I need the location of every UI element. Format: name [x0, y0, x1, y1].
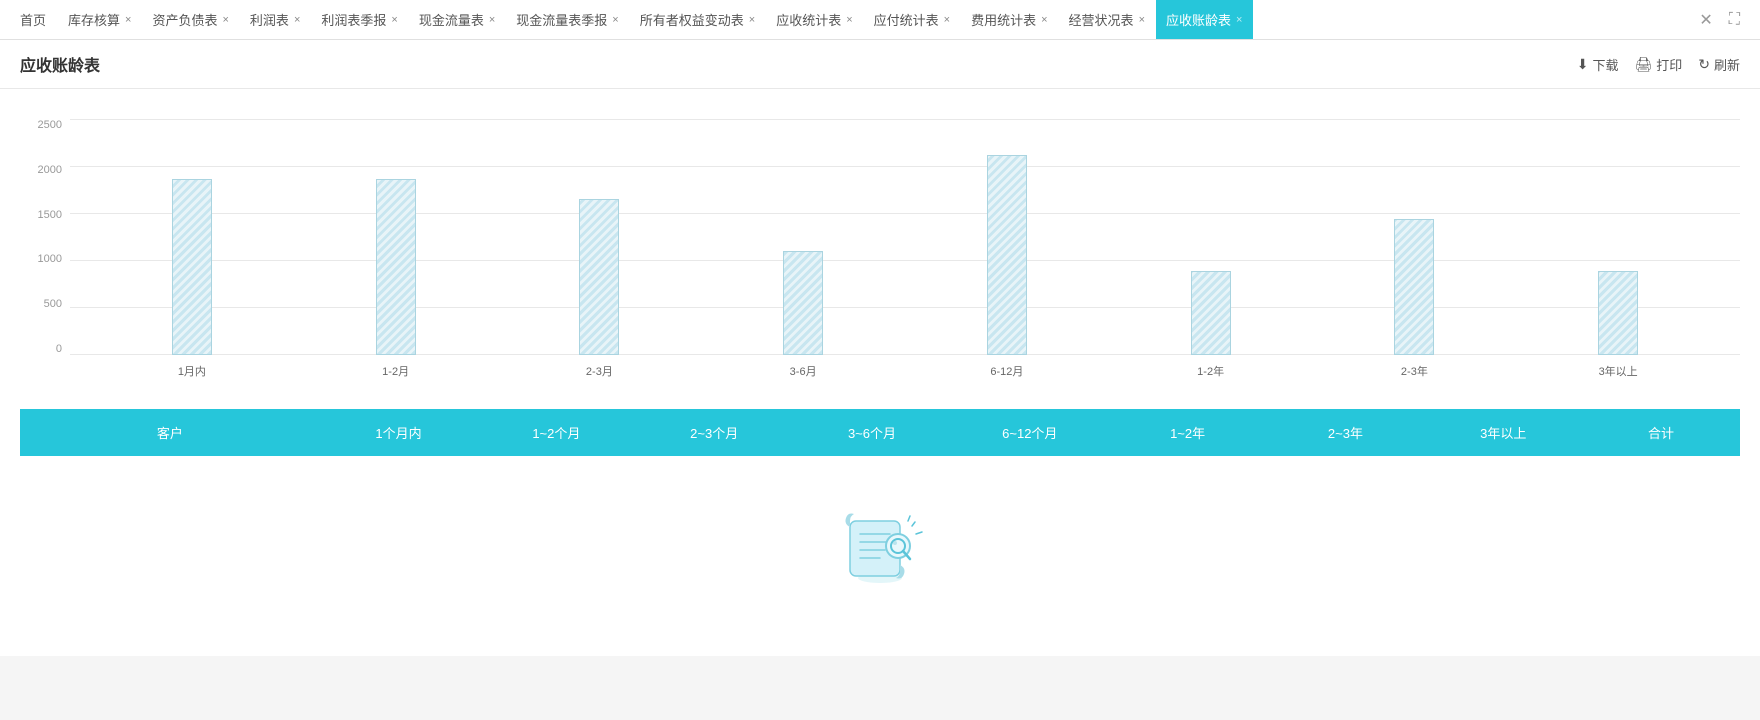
bar-group-1 [376, 179, 416, 355]
th-cell-0: 客户 [20, 409, 320, 456]
download-button[interactable]: ⬇ 下载 [1577, 55, 1619, 74]
x-label-1: 1-2月 [376, 363, 416, 379]
close-button[interactable]: ✕ [1695, 8, 1716, 32]
bar-group-5 [1191, 271, 1231, 355]
header-actions: ⬇ 下载 🖨 打印 ↻ 刷新 [1577, 55, 1740, 74]
th-cell-4: 3~6个月 [793, 409, 951, 456]
tab-bar: 首页 库存核算 × 资产负债表 × 利润表 × 利润表季报 × 现金流量表 × … [0, 0, 1760, 40]
bar-group-3 [783, 251, 823, 355]
x-label-5: 1-2年 [1191, 363, 1231, 379]
tab-close-operation[interactable]: × [1139, 14, 1145, 26]
bar-1 [376, 179, 416, 355]
y-label-2000: 2000 [38, 164, 62, 176]
bar-7 [1598, 271, 1638, 355]
x-label-0: 1月内 [172, 363, 212, 379]
tab-cashflow-quarter[interactable]: 现金流量表季报 × [506, 0, 629, 40]
tab-operation[interactable]: 经营状况表 × [1059, 0, 1156, 40]
bar-group-2 [579, 199, 619, 355]
download-icon: ⬇ [1577, 56, 1589, 73]
main-content: 2500 2000 1500 1000 500 0 [0, 89, 1760, 656]
tab-close-receivable-aging[interactable]: × [1236, 14, 1242, 26]
tab-receivable-stat[interactable]: 应收统计表 × [766, 0, 863, 40]
window-controls: ✕ ⛶ [1695, 8, 1752, 32]
x-label-3: 3-6月 [783, 363, 823, 379]
print-icon: 🖨 [1634, 56, 1652, 73]
th-cell-6: 1~2年 [1109, 409, 1267, 456]
bar-2 [579, 199, 619, 355]
tab-close-cashflow-quarter[interactable]: × [612, 14, 618, 26]
tab-close-inventory[interactable]: × [125, 14, 131, 26]
th-cell-5: 6~12个月 [951, 409, 1109, 456]
bar-0 [172, 179, 212, 355]
th-cell-8: 3年以上 [1424, 409, 1582, 456]
th-cell-7: 2~3年 [1267, 409, 1425, 456]
tab-close-equity[interactable]: × [749, 14, 755, 26]
bar-group-7 [1598, 271, 1638, 355]
x-label-4: 6-12月 [987, 363, 1027, 379]
page-header: 应收账龄表 ⬇ 下载 🖨 打印 ↻ 刷新 [0, 40, 1760, 89]
th-cell-1: 1个月内 [320, 409, 478, 456]
bar-5 [1191, 271, 1231, 355]
tab-cashflow[interactable]: 现金流量表 × [409, 0, 506, 40]
bar-4 [987, 155, 1027, 355]
bar-group-4 [987, 155, 1027, 355]
x-label-6: 2-3年 [1394, 363, 1434, 379]
x-labels: 1月内 1-2月 2-3月 3-6月 6-12月 1-2年 2-3年 3年以上 [70, 363, 1740, 379]
th-cell-9: 合计 [1582, 409, 1740, 456]
chart-container: 2500 2000 1500 1000 500 0 [20, 109, 1740, 389]
tab-close-profit[interactable]: × [294, 14, 300, 26]
th-cell-2: 1~2个月 [477, 409, 635, 456]
bar-group-0 [172, 179, 212, 355]
tab-close-cashflow[interactable]: × [489, 14, 495, 26]
tab-close-balance[interactable]: × [222, 14, 228, 26]
tab-inventory[interactable]: 库存核算 × [58, 0, 142, 40]
tab-close-profit-quarter[interactable]: × [391, 14, 397, 26]
tab-profit[interactable]: 利润表 × [240, 0, 311, 40]
y-label-1500: 1500 [38, 209, 62, 221]
tab-receivable-aging[interactable]: 应收账龄表 × [1156, 0, 1253, 40]
tab-close-receivable-stat[interactable]: × [846, 14, 852, 26]
tab-equity[interactable]: 所有者权益变动表 × [630, 0, 766, 40]
bar-6 [1394, 219, 1434, 355]
empty-state-icon [830, 506, 930, 586]
tab-balance[interactable]: 资产负债表 × [142, 0, 239, 40]
table-header: 客户1个月内1~2个月2~3个月3~6个月6~12个月1~2年2~3年3年以上合… [20, 409, 1740, 456]
th-cell-3: 2~3个月 [635, 409, 793, 456]
refresh-button[interactable]: ↻ 刷新 [1698, 55, 1740, 74]
bar-group-6 [1394, 219, 1434, 355]
y-label-0: 0 [56, 343, 62, 355]
page-title: 应收账龄表 [20, 52, 100, 76]
y-label-500: 500 [44, 298, 62, 310]
x-label-2: 2-3月 [579, 363, 619, 379]
print-button[interactable]: 🖨 打印 [1634, 55, 1682, 74]
y-label-1000: 1000 [38, 253, 62, 265]
tab-close-expense-stat[interactable]: × [1041, 14, 1047, 26]
tab-home[interactable]: 首页 [8, 10, 58, 29]
tab-profit-quarter[interactable]: 利润表季报 × [311, 0, 408, 40]
tab-expense-stat[interactable]: 费用统计表 × [961, 0, 1058, 40]
y-axis: 2500 2000 1500 1000 500 0 [20, 119, 70, 379]
tab-close-payable-stat[interactable]: × [944, 14, 950, 26]
refresh-icon: ↻ [1698, 56, 1710, 73]
empty-state [20, 456, 1740, 636]
y-label-2500-top: 2500 [38, 119, 62, 131]
maximize-button[interactable]: ⛶ [1725, 9, 1744, 31]
x-label-7: 3年以上 [1598, 363, 1638, 379]
chart-inner: 2500 2000 1500 1000 500 0 [20, 119, 1740, 379]
tab-payable-stat[interactable]: 应付统计表 × [864, 0, 961, 40]
bar-3 [783, 251, 823, 355]
bars-area [70, 119, 1740, 355]
chart-body: 1月内 1-2月 2-3月 3-6月 6-12月 1-2年 2-3年 3年以上 [70, 119, 1740, 379]
